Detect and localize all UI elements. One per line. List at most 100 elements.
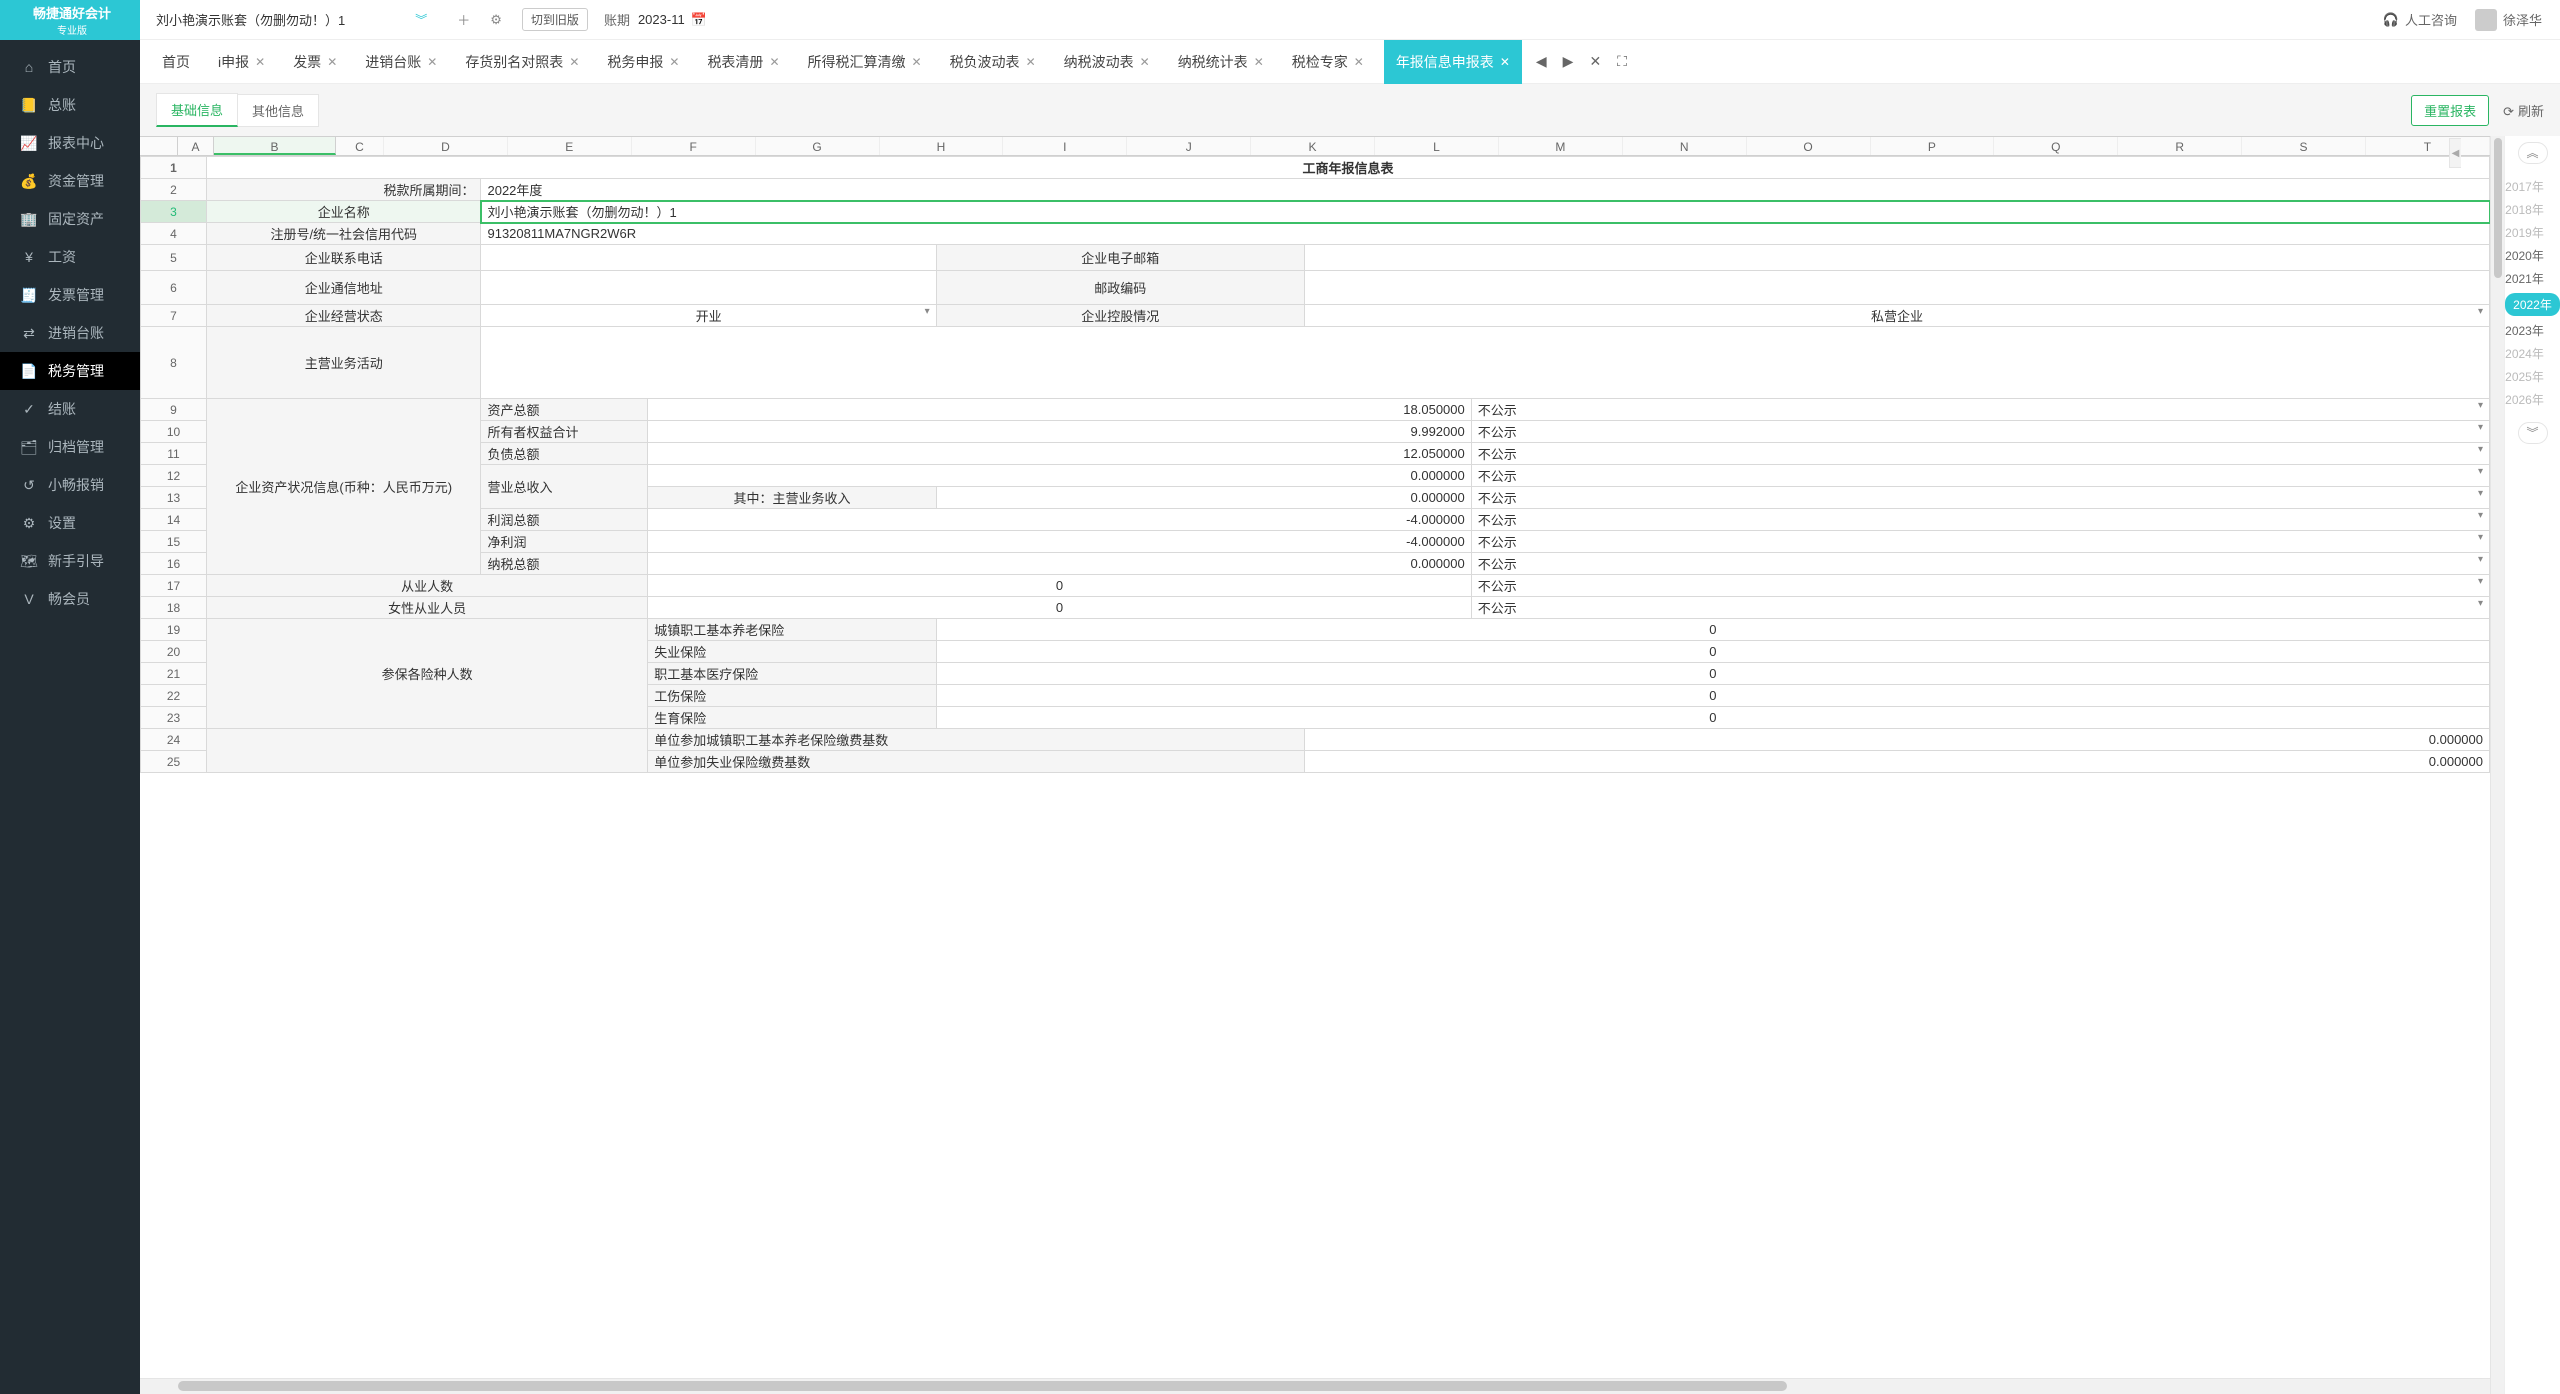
vertical-scrollbar[interactable] xyxy=(2490,136,2504,1394)
tab-9[interactable]: 纳税波动表✕ xyxy=(1056,40,1158,84)
tab-1[interactable]: i申报✕ xyxy=(210,40,273,84)
tab-next[interactable]: ▶ xyxy=(1555,53,1582,70)
tab-8[interactable]: 税负波动表✕ xyxy=(942,40,1044,84)
sidebar-item-3[interactable]: 💰资金管理 xyxy=(0,162,140,200)
chevron-down-icon[interactable]: ︾ xyxy=(2518,422,2548,444)
gear-icon[interactable]: ⚙ xyxy=(490,12,502,28)
nav-icon: ⚙ xyxy=(20,515,38,532)
tab-3[interactable]: 进销台账✕ xyxy=(357,40,445,84)
tab-fullscreen[interactable]: ⛶ xyxy=(1609,53,1635,70)
close-icon[interactable]: ✕ xyxy=(1254,55,1264,69)
avatar[interactable] xyxy=(2475,9,2497,31)
close-icon[interactable]: ✕ xyxy=(1500,55,1510,69)
horizontal-scrollbar[interactable] xyxy=(140,1378,2490,1394)
nav-icon: 📄 xyxy=(20,363,38,380)
tab-0[interactable]: 首页 xyxy=(154,40,198,84)
sheet-table[interactable]: 1工商年报信息表 2税款所属期间：2022年度 3企业名称刘小艳演示账套（勿删勿… xyxy=(140,156,2490,773)
close-icon[interactable]: ✕ xyxy=(427,55,437,69)
calendar-icon[interactable]: 📅 xyxy=(691,12,707,28)
tab-6[interactable]: 税表清册✕ xyxy=(699,40,787,84)
period-label: 账期 xyxy=(604,10,630,29)
sidebar-item-10[interactable]: 🗂归档管理 xyxy=(0,428,140,466)
close-icon[interactable]: ✕ xyxy=(1354,55,1364,69)
close-icon[interactable]: ✕ xyxy=(669,55,679,69)
year-2021年[interactable]: 2021年 xyxy=(2505,270,2560,287)
sidebar-item-14[interactable]: V畅会员 xyxy=(0,580,140,618)
tab-strip: 首页 i申报✕ 发票✕ 进销台账✕ 存货别名对照表✕ 税务申报✕ 税表清册✕ 所得税汇算清缴✕… xyxy=(140,40,2560,84)
nav-icon: 🗺 xyxy=(20,553,38,570)
refresh-button[interactable]: ⟳刷新 xyxy=(2503,101,2544,120)
sidebar-item-9[interactable]: ✓结账 xyxy=(0,390,140,428)
year-2023年[interactable]: 2023年 xyxy=(2505,322,2560,339)
nav-icon: ↺ xyxy=(20,477,38,494)
sheet-title: 工商年报信息表 xyxy=(207,157,2490,179)
chevron-up-icon[interactable]: ︽ xyxy=(2518,142,2548,164)
year-2026年[interactable]: 2026年 xyxy=(2505,391,2560,408)
close-icon[interactable]: ✕ xyxy=(327,55,337,69)
nav-icon: 🗂 xyxy=(20,439,38,456)
col-A[interactable]: A xyxy=(178,137,214,155)
support-icon[interactable]: 🎧 xyxy=(2383,12,2399,28)
tab-prev[interactable]: ◀ xyxy=(1528,53,1555,70)
username[interactable]: 徐泽华 xyxy=(2503,10,2542,29)
sidebar-item-6[interactable]: 🧾发票管理 xyxy=(0,276,140,314)
tab-11[interactable]: 税检专家✕ xyxy=(1284,40,1372,84)
sidebar-item-1[interactable]: 📒总账 xyxy=(0,86,140,124)
account-selector[interactable]: 刘小艳演示账套（勿删勿动！）1 ︾ xyxy=(156,10,447,29)
switch-old-version-button[interactable]: 切到旧版 xyxy=(522,8,588,31)
tab-5[interactable]: 税务申报✕ xyxy=(599,40,687,84)
sidebar-item-7[interactable]: ⇄进销台账 xyxy=(0,314,140,352)
brand-edition: 专业版 xyxy=(57,22,87,37)
year-2017年[interactable]: 2017年 xyxy=(2505,178,2560,195)
brand-name: 畅捷通好会计 xyxy=(33,3,111,22)
year-2024年[interactable]: 2024年 xyxy=(2505,345,2560,362)
year-rail: ◀ ︽ 2017年2018年2019年2020年2021年2022年2023年2… xyxy=(2504,136,2560,1394)
close-icon[interactable]: ✕ xyxy=(769,55,779,69)
tab-12[interactable]: 年报信息申报表✕ xyxy=(1384,40,1522,84)
year-2022年[interactable]: 2022年 xyxy=(2505,293,2560,316)
close-icon[interactable]: ✕ xyxy=(255,55,265,69)
toolbar: 基础信息 其他信息 重置报表 ⟳刷新 xyxy=(140,84,2560,136)
period-value[interactable]: 2023-11 xyxy=(638,12,685,27)
sidebar-item-2[interactable]: 📈报表中心 xyxy=(0,124,140,162)
spreadsheet[interactable]: A B C D E F G H I J K L M N O P Q xyxy=(140,136,2490,1394)
nav-icon: 📒 xyxy=(20,97,38,114)
nav-icon: V xyxy=(20,591,38,607)
nav-icon: ✓ xyxy=(20,401,38,418)
close-icon[interactable]: ✕ xyxy=(912,55,922,69)
sidebar-item-5[interactable]: ¥工资 xyxy=(0,238,140,276)
subtab-basic[interactable]: 基础信息 xyxy=(156,93,238,127)
close-icon[interactable]: ✕ xyxy=(1140,55,1150,69)
sidebar-item-4[interactable]: 🏢固定资产 xyxy=(0,200,140,238)
tab-close-all[interactable]: ✕ xyxy=(1581,53,1609,70)
year-2018年[interactable]: 2018年 xyxy=(2505,201,2560,218)
sidebar-item-13[interactable]: 🗺新手引导 xyxy=(0,542,140,580)
tab-10[interactable]: 纳税统计表✕ xyxy=(1170,40,1272,84)
nav-icon: ¥ xyxy=(20,249,38,265)
account-name: 刘小艳演示账套（勿删勿动！）1 xyxy=(156,10,345,29)
nav-icon: ⇄ xyxy=(20,325,38,342)
company-name-cell[interactable]: 刘小艳演示账套（勿删勿动！）1 xyxy=(481,201,2490,223)
collapse-rail-icon[interactable]: ◀ xyxy=(2449,138,2461,168)
sidebar-item-12[interactable]: ⚙设置 xyxy=(0,504,140,542)
subtab-other[interactable]: 其他信息 xyxy=(238,94,319,127)
year-2025年[interactable]: 2025年 xyxy=(2505,368,2560,385)
tab-7[interactable]: 所得税汇算清缴✕ xyxy=(800,40,930,84)
close-icon[interactable]: ✕ xyxy=(1026,55,1036,69)
tab-4[interactable]: 存货别名对照表✕ xyxy=(457,40,587,84)
close-icon[interactable]: ✕ xyxy=(569,55,579,69)
consult-link[interactable]: 人工咨询 xyxy=(2405,10,2457,29)
reset-report-button[interactable]: 重置报表 xyxy=(2411,95,2489,126)
nav-icon: 📈 xyxy=(20,135,38,152)
year-2019年[interactable]: 2019年 xyxy=(2505,224,2560,241)
sidebar-item-8[interactable]: 📄税务管理 xyxy=(0,352,140,390)
col-B[interactable]: B xyxy=(214,137,336,155)
year-2020年[interactable]: 2020年 xyxy=(2505,247,2560,264)
add-icon[interactable]: ＋ xyxy=(457,10,470,29)
tab-2[interactable]: 发票✕ xyxy=(285,40,345,84)
nav-icon: 💰 xyxy=(20,173,38,190)
nav-icon: 🏢 xyxy=(20,211,38,228)
sidebar-item-11[interactable]: ↺小畅报销 xyxy=(0,466,140,504)
sidebar: ⌂首页📒总账📈报表中心💰资金管理🏢固定资产¥工资🧾发票管理⇄进销台账📄税务管理✓… xyxy=(0,40,140,1394)
sidebar-item-0[interactable]: ⌂首页 xyxy=(0,48,140,86)
